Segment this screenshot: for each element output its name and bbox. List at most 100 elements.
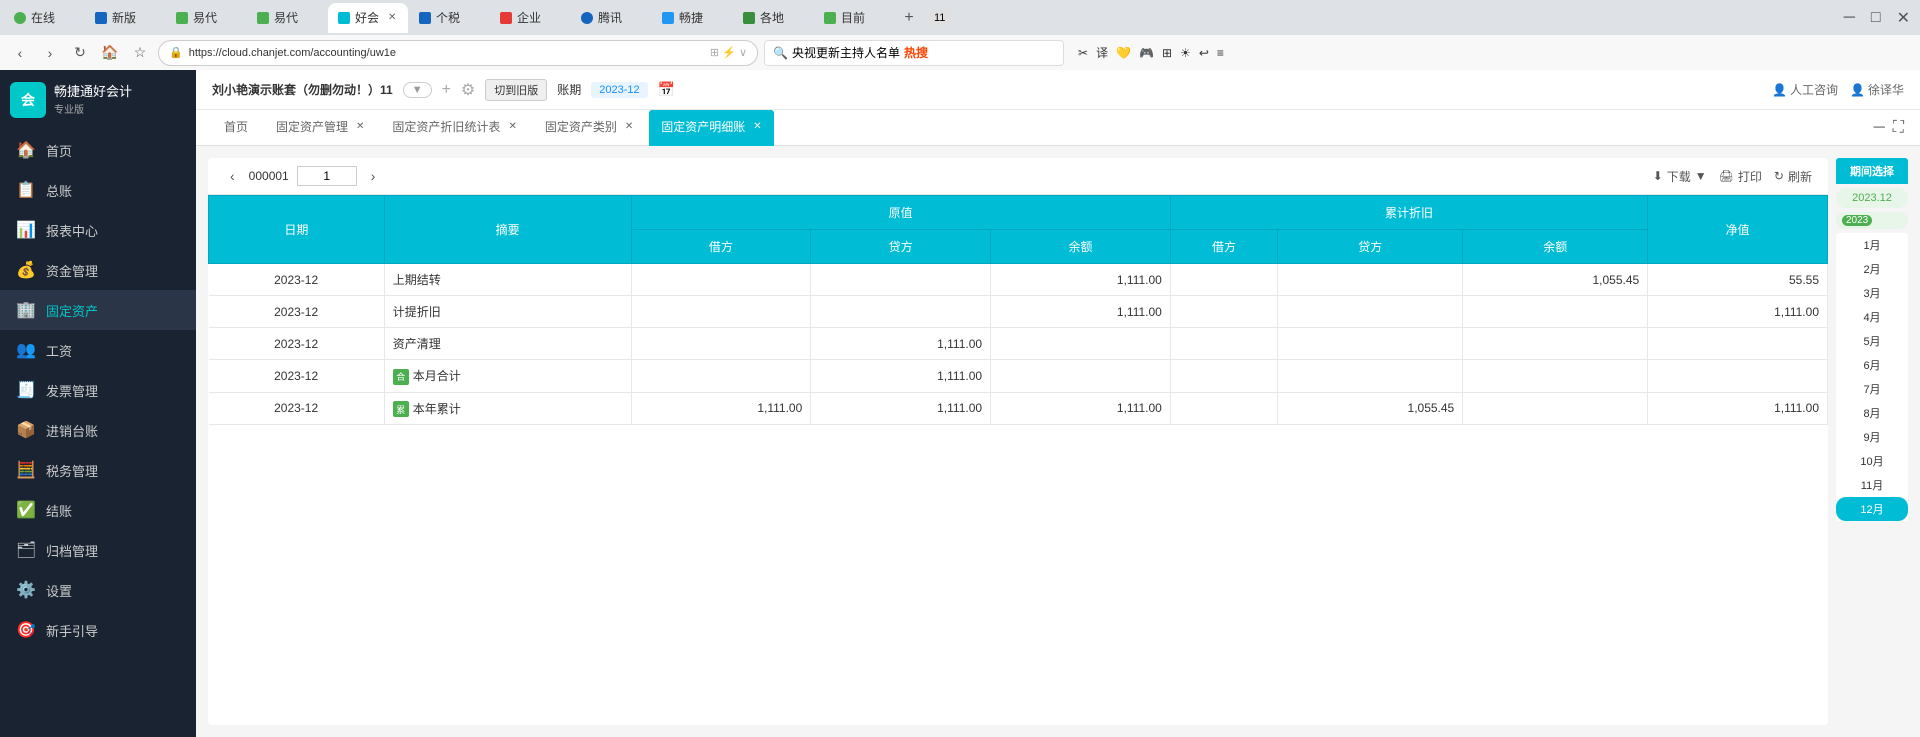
tab-depreciation-stats[interactable]: 固定资产折旧统计表 ✕ (380, 110, 528, 146)
cell-dep-debit (1170, 392, 1277, 425)
tab-close-fixed-assets-ledger[interactable]: ✕ (753, 121, 761, 132)
panel-maximize-icon[interactable]: ⛶ (1893, 119, 1904, 137)
download-dropdown-icon[interactable]: ▼ (1695, 169, 1707, 183)
switch-version-button[interactable]: 切到旧版 (485, 79, 547, 101)
grid-tool[interactable]: ⊞ (1162, 46, 1172, 60)
period-item-3[interactable]: 3月 (1836, 281, 1908, 305)
browser-tab-new[interactable]: 新版 (85, 3, 165, 33)
tab-close-depreciation-stats[interactable]: ✕ (508, 121, 516, 132)
refresh-button[interactable]: ↻ (68, 41, 92, 65)
browser-tab-qiye[interactable]: 企业 (490, 3, 570, 33)
menu-tool[interactable]: ≡ (1217, 46, 1224, 60)
account-dropdown[interactable]: ▼ (403, 82, 432, 98)
yearly-total-tag: 累 (393, 401, 409, 417)
scissors-tool[interactable]: ✂ (1078, 46, 1088, 60)
browser-tab-online[interactable]: 在线 (4, 3, 84, 33)
ledger-icon: 📋 (16, 180, 36, 200)
cell-dep-debit (1170, 360, 1277, 393)
period-item-4[interactable]: 4月 (1836, 305, 1908, 329)
add-account-button[interactable]: + (442, 81, 451, 99)
tab-close-fixed-assets-category[interactable]: ✕ (625, 121, 633, 132)
period-item-2[interactable]: 2月 (1836, 257, 1908, 281)
browser-tab-close[interactable]: ✕ (388, 12, 396, 23)
browser-tab-geshui[interactable]: 个税 (409, 3, 489, 33)
period-item-6[interactable]: 6月 (1836, 353, 1908, 377)
tab-fixed-assets-ledger[interactable]: 固定资产明细账 ✕ (649, 110, 773, 146)
funds-icon: 💰 (16, 260, 36, 280)
table-row: 2023-12 计提折旧 1,111.00 1,111.00 (209, 296, 1828, 328)
period-year-item[interactable]: 2023.12 (1836, 188, 1908, 208)
address-bar[interactable]: 🔒 https://cloud.chanjet.com/accounting/u… (158, 40, 758, 66)
browser-tab-gedi[interactable]: 各地 (733, 3, 813, 33)
cell-net-value: 1,111.00 (1648, 392, 1828, 425)
period-item-1[interactable]: 1月 (1836, 233, 1908, 257)
browser-tab-yidai2[interactable]: 易代 (247, 3, 327, 33)
sidebar-item-invoice[interactable]: 🧾 发票管理 (0, 370, 196, 410)
sidebar-item-payroll[interactable]: 👥 工资 (0, 330, 196, 370)
sidebar-item-guide[interactable]: 🎯 新手引导 (0, 610, 196, 650)
sidebar-item-tax[interactable]: 🧮 税务管理 (0, 450, 196, 490)
page-input[interactable] (297, 166, 357, 186)
sidebar-item-home[interactable]: 🏠 首页 (0, 130, 196, 170)
back-button[interactable]: ‹ (8, 41, 32, 65)
user-profile-button[interactable]: 👤 徐译华 (1850, 81, 1904, 98)
account-settings-button[interactable]: ⚙ (461, 80, 475, 100)
tab-home[interactable]: 首页 (212, 110, 260, 146)
maximize-icon[interactable]: □ (1865, 7, 1887, 29)
close-window-icon[interactable]: ✕ (1891, 6, 1916, 30)
browser-tab-changjie[interactable]: 畅捷 (652, 3, 732, 33)
sidebar-item-label-reports: 报表中心 (46, 221, 98, 240)
period-item-11[interactable]: 11月 (1836, 473, 1908, 497)
refresh-button[interactable]: ↻ 刷新 (1774, 168, 1812, 185)
cell-dep-debit (1170, 264, 1277, 296)
period-item-8[interactable]: 8月 (1836, 401, 1908, 425)
sidebar-item-label-fixed-assets: 固定资产 (46, 301, 98, 320)
cell-orig-balance (991, 360, 1171, 393)
period-item-10[interactable]: 10月 (1836, 449, 1908, 473)
download-button[interactable]: ⬇ 下载 ▼ (1653, 168, 1707, 185)
prev-page-button[interactable]: ‹ (224, 166, 241, 186)
home-icon: 🏠 (16, 140, 36, 160)
game-tool[interactable]: 🎮 (1139, 46, 1154, 60)
undo-tool[interactable]: ↩ (1199, 46, 1209, 60)
period-calendar-icon[interactable]: 📅 (658, 81, 675, 98)
cell-date: 2023-12 (209, 360, 385, 393)
period-item-5[interactable]: 5月 (1836, 329, 1908, 353)
period-item-12[interactable]: 12月 (1836, 497, 1908, 521)
tab-fixed-assets-category[interactable]: 固定资产类别 ✕ (533, 110, 645, 146)
browser-tab-yidai1[interactable]: 易代 (166, 3, 246, 33)
period-item-9[interactable]: 9月 (1836, 425, 1908, 449)
panel-minimize-icon[interactable]: ─ (1873, 119, 1884, 137)
ledger-header: ‹ 000001 › ⬇ 下载 ▼ 🖨 打印 (208, 158, 1828, 195)
print-button[interactable]: 🖨 打印 (1719, 168, 1762, 185)
tab-fixed-assets-mgmt[interactable]: 固定资产管理 ✕ (264, 110, 376, 146)
sidebar-item-closing[interactable]: ✅ 结账 (0, 490, 196, 530)
period-item-7[interactable]: 7月 (1836, 377, 1908, 401)
sidebar-item-archive[interactable]: 🗂 归档管理 (0, 530, 196, 570)
search-bar[interactable]: 🔍 央视更新主持人名单 热搜 (764, 40, 1064, 66)
brightness-tool[interactable]: ☀ (1180, 46, 1191, 60)
sidebar-item-general-ledger[interactable]: 📋 总账 (0, 170, 196, 210)
sidebar-item-funds[interactable]: 💰 资金管理 (0, 250, 196, 290)
browser-tab-haohui[interactable]: 好会 ✕ (328, 3, 408, 33)
browser-tab-muqian[interactable]: 目前 (814, 3, 894, 33)
window-controls: ─ □ ✕ (1838, 6, 1916, 30)
new-tab-button[interactable]: + (895, 4, 923, 32)
forward-button[interactable]: › (38, 41, 62, 65)
sidebar-item-reports[interactable]: 📊 报表中心 (0, 210, 196, 250)
col-date: 日期 (209, 196, 385, 264)
period-year-badge[interactable]: 2023 (1836, 212, 1908, 229)
trading-icon: 📦 (16, 420, 36, 440)
bookmark-button[interactable]: ☆ (128, 41, 152, 65)
tab-close-fixed-assets-mgmt[interactable]: ✕ (356, 121, 364, 132)
translate-tool[interactable]: 译 (1096, 44, 1108, 61)
wallet-tool[interactable]: 💛 (1116, 46, 1131, 60)
sidebar-item-trading[interactable]: 📦 进销台账 (0, 410, 196, 450)
human-service-button[interactable]: 👤 人工咨询 (1772, 81, 1838, 98)
sidebar-item-fixed-assets[interactable]: 🏢 固定资产 (0, 290, 196, 330)
sidebar-item-settings[interactable]: ⚙️ 设置 (0, 570, 196, 610)
home-button[interactable]: 🏠 (98, 41, 122, 65)
next-page-button[interactable]: › (365, 166, 382, 186)
minimize-icon[interactable]: ─ (1838, 7, 1861, 29)
browser-tab-tencent[interactable]: 腾讯 (571, 3, 651, 33)
